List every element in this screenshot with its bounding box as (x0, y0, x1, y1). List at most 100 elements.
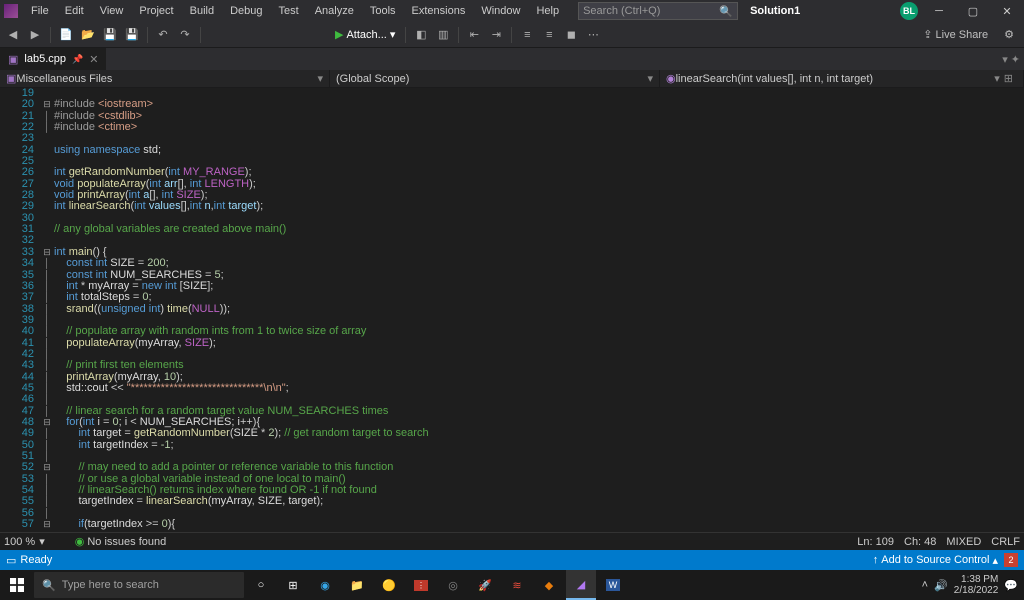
tab-overflow-icon[interactable]: ▾ (1002, 53, 1008, 66)
eol-mode[interactable]: CRLF (991, 536, 1020, 548)
tray-chevron-icon[interactable]: ˄ (922, 579, 928, 591)
chevron-down-icon: ▾ (317, 72, 323, 85)
menu-build[interactable]: Build (183, 3, 221, 19)
menu-file[interactable]: File (24, 3, 56, 19)
minimize-button[interactable]: ─ (926, 0, 952, 22)
zoom-level[interactable]: 100 % (4, 536, 35, 548)
menu-window[interactable]: Window (474, 3, 527, 19)
main-toolbar: ◀ ▶ 📄 📂 💾 💾 ↶ ↷ ▶ Attach... ▾ ◧ ▥ ⇤ ⇥ ≡ … (0, 22, 1024, 48)
scope-project[interactable]: ▣ Miscellaneous Files ▾ (0, 70, 330, 87)
notifications-icon[interactable]: 💬 (1004, 579, 1018, 592)
app-icon[interactable]: ≋ (502, 570, 532, 600)
code-area[interactable]: #include <iostream>#include <cstdlib>#in… (54, 88, 1024, 532)
indent-icon[interactable]: ⇤ (465, 26, 483, 44)
back-icon[interactable]: ◀ (4, 26, 22, 44)
code-editor[interactable]: 1920212223242526272829303132333435363738… (0, 88, 1024, 532)
pin-icon[interactable]: 📌 (72, 54, 83, 65)
live-share-button[interactable]: ⇪ Live Share (917, 28, 994, 41)
tool-icon[interactable]: ▥ (434, 26, 452, 44)
cpp-file-icon: ▣ (8, 53, 18, 66)
maximize-button[interactable]: ▢ (960, 0, 986, 22)
scope-namespace[interactable]: (Global Scope) ▾ (330, 70, 660, 87)
tab-settings-icon[interactable]: ✦ (1011, 53, 1020, 66)
menu-view[interactable]: View (93, 3, 131, 19)
ok-icon: ◉ (75, 535, 85, 548)
status-icon: ▭ (6, 554, 16, 567)
upload-icon: ↑ (873, 554, 879, 566)
project-icon: ▣ (6, 72, 16, 85)
menu-edit[interactable]: Edit (58, 3, 91, 19)
solution-name: Solution1 (750, 5, 800, 17)
chevron-up-icon: ▴ (992, 554, 998, 567)
taskview-icon[interactable]: ⊞ (278, 570, 308, 600)
menu-tools[interactable]: Tools (363, 3, 403, 19)
zoom-dropdown-icon[interactable]: ▾ (39, 535, 45, 548)
cursor-line: Ln: 109 (857, 536, 894, 548)
search-icon: 🔍 (719, 5, 733, 18)
title-bar: FileEditViewProjectBuildDebugTestAnalyze… (0, 0, 1024, 22)
editor-status-bar: 100 % ▾ ◉ No issues found Ln: 109 Ch: 48… (0, 532, 1024, 550)
redo-icon[interactable]: ↷ (176, 26, 194, 44)
menu-analyze[interactable]: Analyze (308, 3, 361, 19)
word-icon[interactable]: W (598, 570, 628, 600)
add-source-control-button[interactable]: ↑ Add to Source Control ▴ (873, 554, 998, 567)
open-icon[interactable]: 📂 (79, 26, 97, 44)
chevron-down-icon: ▾ (994, 72, 1000, 85)
status-text: Ready (20, 554, 52, 566)
chrome-icon[interactable]: 🟡 (374, 570, 404, 600)
edge-icon[interactable]: ◉ (310, 570, 340, 600)
app-icon[interactable]: ◎ (438, 570, 468, 600)
search-placeholder: Search (Ctrl+Q) (583, 5, 660, 17)
windows-taskbar: 🔍 Type here to search ○ ⊞ ◉ 📁 🟡 ⋮ ◎ 🚀 ≋ … (0, 570, 1024, 600)
menu-debug[interactable]: Debug (223, 3, 269, 19)
vs-logo-icon (4, 4, 18, 18)
menu-test[interactable]: Test (272, 3, 306, 19)
split-icon[interactable]: ⊞ (1004, 72, 1013, 85)
app-icon[interactable]: 🚀 (470, 570, 500, 600)
chevron-down-icon: ▾ (647, 72, 653, 85)
ide-status-bar: ▭ Ready ↑ Add to Source Control ▴ 2 (0, 550, 1024, 570)
app-icon[interactable]: ⋮ (406, 570, 436, 600)
attach-button[interactable]: ▶ Attach... ▾ (331, 28, 399, 41)
start-button[interactable] (2, 570, 32, 600)
menu-project[interactable]: Project (132, 3, 180, 19)
function-icon: ◉ (666, 72, 676, 85)
explorer-icon[interactable]: 📁 (342, 570, 372, 600)
search-icon: 🔍 (42, 579, 56, 592)
notification-badge[interactable]: 2 (1004, 553, 1018, 567)
comment-icon[interactable]: ≡ (540, 26, 558, 44)
clock[interactable]: 1:38 PM 2/18/2022 (954, 574, 999, 596)
gear-icon[interactable]: ⚙ (1004, 28, 1014, 41)
system-tray[interactable]: ˄ 🔊 1:38 PM 2/18/2022 💬 (922, 574, 1022, 596)
cortana-icon[interactable]: ○ (246, 570, 276, 600)
volume-icon[interactable]: 🔊 (934, 579, 948, 592)
tab-close-icon[interactable]: ✕ (89, 53, 98, 66)
undo-icon[interactable]: ↶ (154, 26, 172, 44)
bookmark-icon[interactable]: ◼ (562, 26, 580, 44)
scope-function[interactable]: ◉ linearSearch(int values[], int n, int … (660, 70, 1024, 87)
menu-help[interactable]: Help (529, 3, 566, 19)
blender-icon[interactable]: ◆ (534, 570, 564, 600)
scope-bar: ▣ Miscellaneous Files ▾ (Global Scope) ▾… (0, 70, 1024, 88)
new-icon[interactable]: 📄 (57, 26, 75, 44)
indent-mode[interactable]: MIXED (946, 536, 981, 548)
indent-icon[interactable]: ⇥ (487, 26, 505, 44)
tool-icon[interactable]: ◧ (412, 26, 430, 44)
line-numbers: 1920212223242526272829303132333435363738… (0, 88, 40, 532)
comment-icon[interactable]: ≡ (518, 26, 536, 44)
saveall-icon[interactable]: 💾 (123, 26, 141, 44)
issues-indicator[interactable]: ◉ No issues found (75, 535, 167, 548)
save-icon[interactable]: 💾 (101, 26, 119, 44)
close-button[interactable]: ✕ (994, 0, 1020, 22)
document-tabs: ▣ lab5.cpp 📌 ✕ ▾ ✦ (0, 48, 1024, 70)
global-search-input[interactable]: Search (Ctrl+Q) 🔍 (578, 2, 738, 20)
menu-extensions[interactable]: Extensions (405, 3, 473, 19)
tool-icon[interactable]: ⋯ (584, 26, 602, 44)
liveshare-icon: ⇪ (923, 29, 935, 41)
tab-lab5[interactable]: ▣ lab5.cpp 📌 ✕ (0, 48, 106, 70)
forward-icon[interactable]: ▶ (26, 26, 44, 44)
fold-column[interactable]: ⊟││⊟││││││││││││││⊟│││⊟││││⊟ (40, 88, 54, 532)
user-avatar[interactable]: BL (900, 2, 918, 20)
visualstudio-icon[interactable]: ◢ (566, 570, 596, 600)
main-menu: FileEditViewProjectBuildDebugTestAnalyze… (24, 3, 566, 19)
